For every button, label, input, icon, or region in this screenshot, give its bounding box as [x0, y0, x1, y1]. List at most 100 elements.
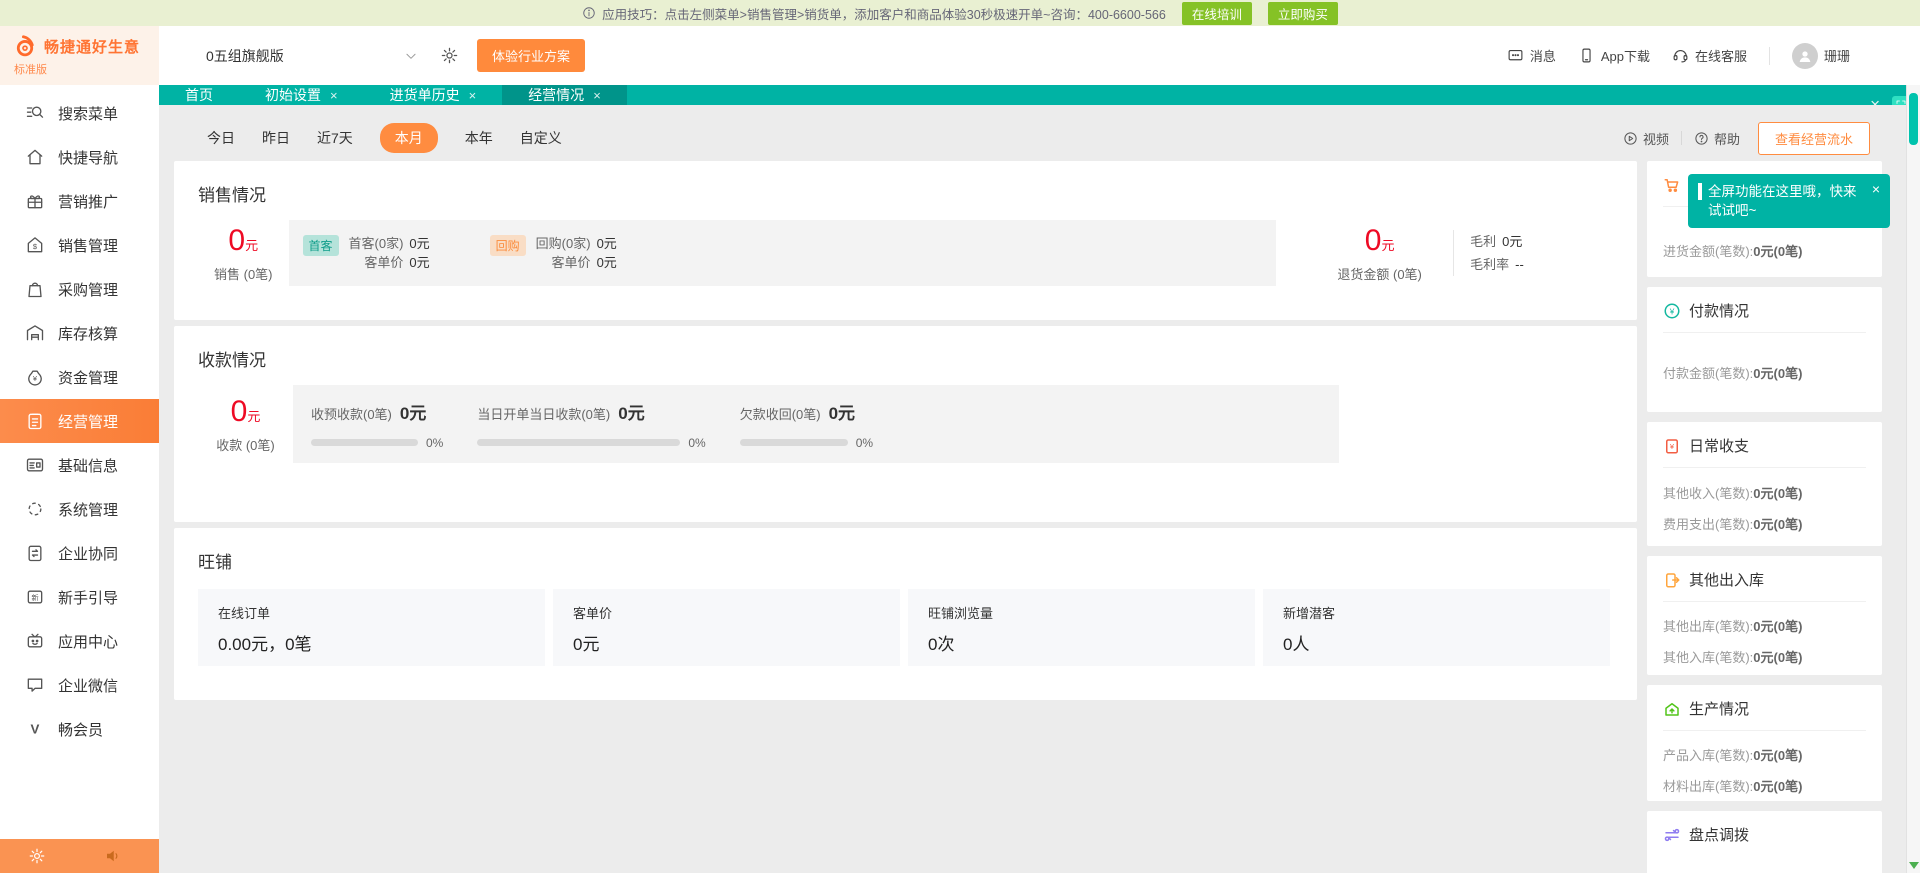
sidebar-item-app-center[interactable]: 应用中心: [0, 619, 159, 663]
sidebar-item-basic-info[interactable]: 基础信息: [0, 443, 159, 487]
sidebar-item-search-menu[interactable]: 搜索菜单: [0, 91, 159, 135]
date-filter-7days[interactable]: 近7天: [317, 128, 353, 148]
brand-name: 畅捷通好生意: [44, 38, 141, 56]
help-button[interactable]: 帮助: [1694, 129, 1740, 148]
shop-card: 旺铺 在线订单 0.00元，0笔 客单价 0元 旺铺浏览量 0次 新增潜客 0人: [174, 528, 1637, 700]
buy-now-button[interactable]: 立即购买: [1267, 1, 1338, 25]
view-business-flow-button[interactable]: 查看经营流水: [1757, 121, 1870, 155]
app-download-button[interactable]: App下载: [1578, 46, 1650, 65]
page-scrollbar[interactable]: [1906, 85, 1920, 873]
stat-value: 0.00元，0笔: [218, 635, 312, 654]
user-menu[interactable]: 珊珊: [1791, 42, 1850, 69]
scrollbar-thumb[interactable]: [1909, 93, 1918, 145]
tab-label: 首页: [185, 87, 213, 103]
tab-bar: 首页 初始设置 × 进货单历史 × 经营情况 × ×: [159, 85, 1920, 114]
collection-card-title: 收款情况: [198, 351, 266, 370]
stat-value: 0元: [409, 236, 430, 251]
date-filter-today[interactable]: 今日: [207, 128, 235, 148]
other-in-out-card: 其他出入库 其他出库(笔数):0元(0笔) 其他入库(笔数):0元(0笔): [1647, 556, 1882, 675]
id-card-icon: [25, 455, 45, 475]
messages-button[interactable]: 消息: [1507, 46, 1556, 65]
sidebar-item-quick-nav[interactable]: 快捷导航: [0, 135, 159, 179]
sidebar-item-label: 采购管理: [58, 281, 119, 299]
sidebar-item-marketing[interactable]: 营销推广: [0, 179, 159, 223]
tab-business-overview[interactable]: 经营情况 ×: [502, 85, 627, 105]
date-filter-custom[interactable]: 自定义: [520, 128, 562, 148]
tab-purchase-history[interactable]: 进货单历史 ×: [364, 85, 503, 105]
date-filter-yesterday[interactable]: 昨日: [262, 128, 290, 148]
video-button[interactable]: 视频: [1623, 129, 1669, 148]
collection-amount: 0元: [230, 394, 261, 428]
shopping-bag-icon: [25, 279, 45, 299]
tab-close-icon[interactable]: ×: [469, 88, 477, 103]
settings-gear-icon[interactable]: [440, 46, 459, 65]
online-training-button[interactable]: 在线培训: [1181, 1, 1252, 25]
sales-card: 销售情况 0元 销售 (0笔) 首客 首客(0家) 0元 客单价 0元 回购 回…: [174, 161, 1637, 320]
tab-close-icon[interactable]: ×: [593, 88, 601, 103]
tab-initial-setup[interactable]: 初始设置 ×: [239, 85, 364, 105]
tooltip-close-icon[interactable]: ×: [1872, 182, 1880, 220]
sidebar-item-label: 快捷导航: [58, 149, 119, 167]
industry-trial-button[interactable]: 体验行业方案: [477, 39, 586, 72]
stat-value: 0元: [399, 403, 427, 423]
tab-close-icon[interactable]: ×: [330, 88, 338, 103]
margin-value: --: [1515, 257, 1524, 272]
sidebar-item-collaboration[interactable]: 企业协同: [0, 531, 159, 575]
stat-value: 0元: [596, 236, 617, 251]
online-service-button[interactable]: 在线客服: [1672, 46, 1747, 65]
prepay-received-item: 收预收款(0笔) 0元 0%: [311, 399, 443, 450]
rcard-line: 其他入库(笔数):0元(0笔): [1663, 650, 1803, 665]
collection-detail-box: 收预收款(0笔) 0元 0% 当日开单当日收款(0笔) 0元 0% 欠款收回(0笔)…: [293, 385, 1339, 463]
repurchase-badge: 回购: [489, 235, 526, 256]
rcard-line: 付款金额(笔数):0元(0笔): [1663, 366, 1803, 381]
message-icon: [1508, 49, 1523, 61]
stat-label: 客单价: [364, 255, 404, 270]
sidebar-item-member[interactable]: V 畅会员: [0, 707, 159, 751]
date-filter-month[interactable]: 本月: [379, 123, 438, 153]
tv-face-icon: [25, 631, 45, 651]
chat-bubble-icon: [25, 675, 45, 695]
sidebar-item-system[interactable]: 系统管理: [0, 487, 159, 531]
gift-icon: [25, 191, 45, 211]
date-filter-year[interactable]: 本年: [465, 128, 493, 148]
sidebar-item-label: 应用中心: [58, 633, 119, 651]
edition-label: 标准版: [14, 64, 47, 76]
sidebar-item-inventory[interactable]: 库存核算: [0, 311, 159, 355]
repurchase-group: 回购 回购(0家) 0元 客单价 0元: [489, 234, 617, 272]
sidebar-item-label: 营销推广: [58, 193, 119, 211]
sidebar-item-sales[interactable]: $ 销售管理: [0, 223, 159, 267]
headset-icon: [1673, 50, 1688, 63]
margin-label: 毛利率: [1470, 257, 1510, 272]
stat-value: 0元: [828, 403, 856, 423]
sidebar-item-wechat-work[interactable]: 企业微信: [0, 663, 159, 707]
sidebar-item-purchase[interactable]: 采购管理: [0, 267, 159, 311]
yuan-doc-icon: ¥: [1666, 438, 1678, 453]
sidebar-item-funds[interactable]: ¥ 资金管理: [0, 355, 159, 399]
money-bag-icon: ¥: [25, 367, 45, 387]
sales-amount: 0元: [228, 223, 259, 257]
user-name: 珊珊: [1823, 49, 1850, 64]
sidebar-item-label: 系统管理: [58, 501, 119, 519]
cart-icon: [1664, 178, 1679, 192]
sidebar-item-label: 销售管理: [58, 237, 119, 255]
debt-recovered-item: 欠款收回(0笔) 0元 0%: [739, 399, 873, 450]
tooltip-text: 全屏功能在这里哦，快来试试吧~: [1708, 184, 1857, 218]
scrollbar-down-arrow[interactable]: [1909, 862, 1919, 869]
app-window: 应用技巧：点击左侧菜单>销售管理>销货单，添加客户和商品体验30秒极速开单~咨询…: [0, 0, 1920, 873]
footer-gear-icon[interactable]: [28, 847, 46, 865]
profit-label: 毛利: [1470, 234, 1497, 249]
footer-sound-icon[interactable]: [104, 847, 122, 865]
tab-home[interactable]: 首页: [159, 85, 239, 105]
sidebar-item-label: 搜索菜单: [58, 105, 119, 123]
profit-block: 毛利 0元 毛利率 --: [1453, 230, 1613, 276]
shop-views-box: 旺铺浏览量 0次: [908, 589, 1255, 666]
sidebar-item-beginner-guide[interactable]: 新 新手引导: [0, 575, 159, 619]
stat-value: 0元: [573, 635, 600, 654]
stat-value: 0人: [1283, 635, 1310, 654]
brand-block: 畅捷通好生意 标准版: [0, 26, 159, 85]
stat-label: 在线订单: [218, 606, 271, 621]
stat-label: 收预收款(0笔): [311, 406, 392, 422]
header-divider: [1768, 46, 1770, 65]
sidebar-item-business-mgmt[interactable]: 经营管理: [0, 399, 159, 443]
account-select[interactable]: 0五组旗舰版: [206, 46, 418, 66]
